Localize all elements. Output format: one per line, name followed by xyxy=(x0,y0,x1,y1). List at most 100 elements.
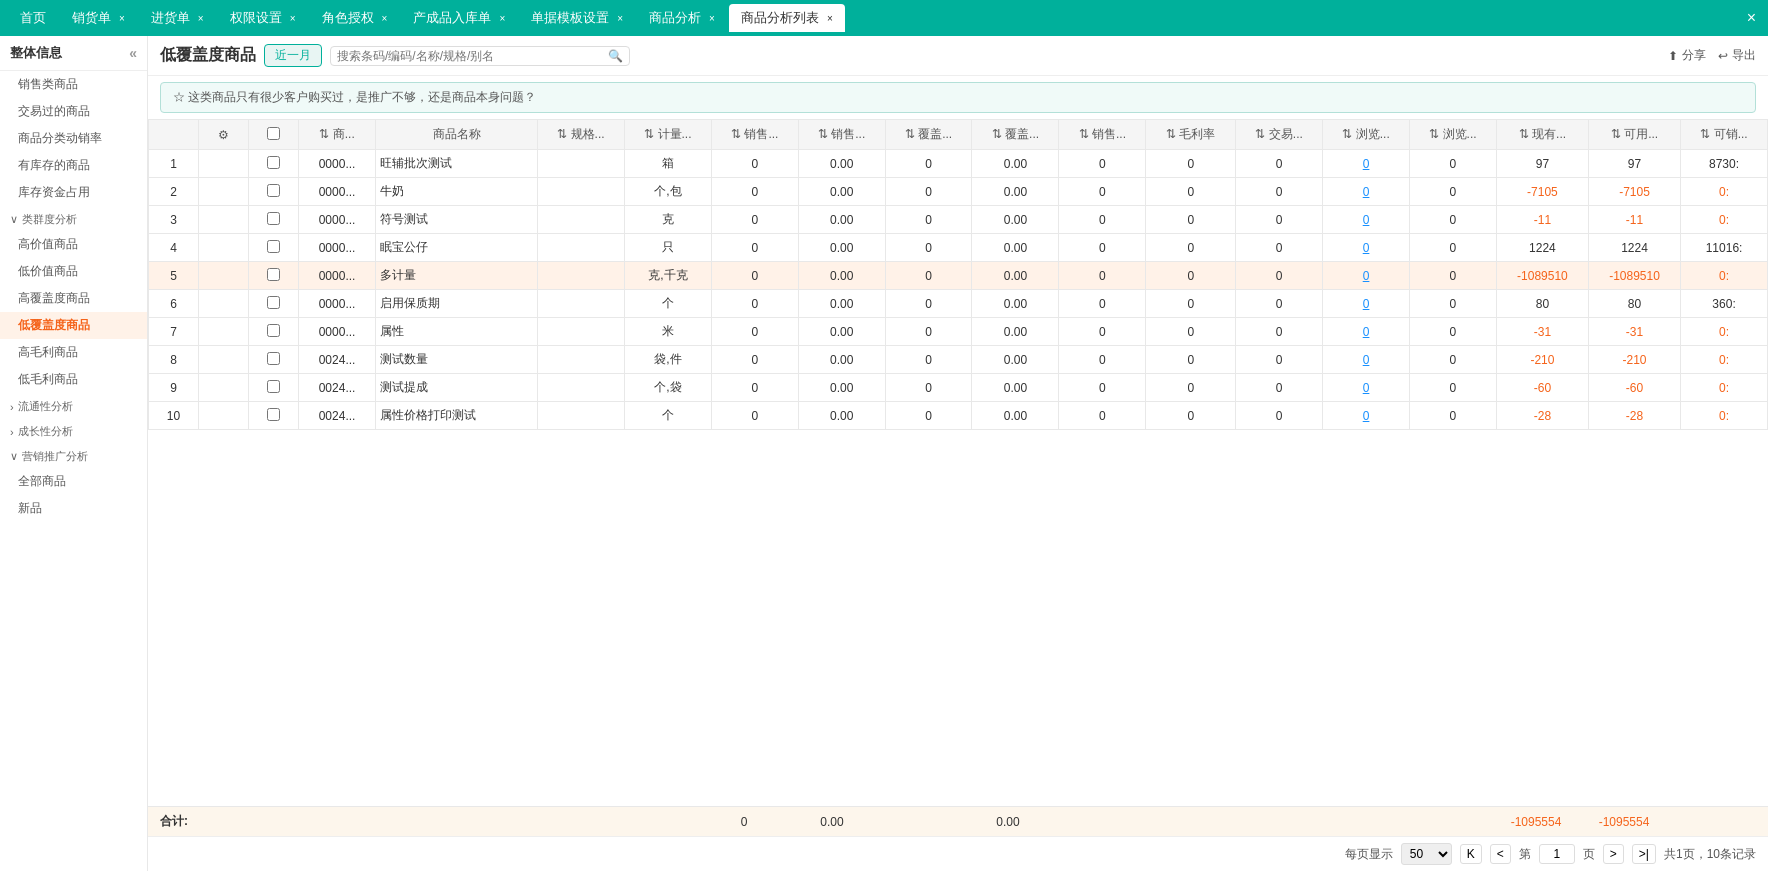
next-page-button[interactable]: > xyxy=(1603,844,1624,864)
close-icon[interactable]: × xyxy=(709,13,715,24)
export-button[interactable]: ↩ 导出 xyxy=(1718,47,1756,64)
sidebar-section-growth[interactable]: › 成长性分析 xyxy=(0,418,147,443)
search-icon[interactable]: 🔍 xyxy=(608,49,623,63)
nav-tab-role[interactable]: 角色授权 × xyxy=(310,4,400,32)
sidebar-section-marketing[interactable]: ∨ 营销推广分析 xyxy=(0,443,147,468)
table-header-trade[interactable]: ⇅ 交易... xyxy=(1236,120,1323,150)
sidebar-item-sales-goods[interactable]: 销售类商品 xyxy=(0,71,147,98)
close-icon[interactable]: × xyxy=(617,13,623,24)
table-header-cover1[interactable]: ⇅ 覆盖... xyxy=(885,120,972,150)
sidebar-item-high-value[interactable]: 高价值商品 xyxy=(0,231,147,258)
row-name: 旺辅批次测试 xyxy=(376,150,538,178)
search-input[interactable] xyxy=(337,49,604,63)
table-header-cover2[interactable]: ⇅ 覆盖... xyxy=(972,120,1059,150)
close-icon[interactable]: × xyxy=(290,13,296,24)
nav-tab-warehouse[interactable]: 产成品入库单 × xyxy=(401,4,517,32)
sidebar-item-traded-goods[interactable]: 交易过的商品 xyxy=(0,98,147,125)
row-checkbox[interactable] xyxy=(249,374,299,402)
row-checkbox[interactable] xyxy=(249,290,299,318)
row-unit: 箱 xyxy=(624,150,711,178)
row-view1[interactable]: 0 xyxy=(1323,178,1410,206)
sidebar-item-low-value[interactable]: 低价值商品 xyxy=(0,258,147,285)
sidebar-item-high-margin[interactable]: 高毛利商品 xyxy=(0,339,147,366)
row-view1[interactable]: 0 xyxy=(1323,402,1410,430)
table-header-unit[interactable]: ⇅ 计量... xyxy=(624,120,711,150)
sidebar-item-low-margin[interactable]: 低毛利商品 xyxy=(0,366,147,393)
row-checkbox[interactable] xyxy=(249,234,299,262)
share-button[interactable]: ⬆ 分享 xyxy=(1668,47,1706,64)
last-page-button[interactable]: >| xyxy=(1632,844,1656,864)
row-c1: 0 xyxy=(885,346,972,374)
sidebar-section-cluster[interactable]: ∨ 类群度分析 xyxy=(0,206,147,231)
table-header-saleable[interactable]: ⇅ 可销... xyxy=(1681,120,1768,150)
row-checkbox[interactable] xyxy=(249,262,299,290)
row-view1[interactable]: 0 xyxy=(1323,290,1410,318)
page-size-select[interactable]: 50 100 200 xyxy=(1401,843,1452,865)
nav-tab-analysis[interactable]: 商品分析 × xyxy=(637,4,727,32)
row-view1[interactable]: 0 xyxy=(1323,234,1410,262)
row-code: 0024... xyxy=(299,346,376,374)
table-header-name[interactable]: 商品名称 xyxy=(376,120,538,150)
row-view1[interactable]: 0 xyxy=(1323,262,1410,290)
table-header-stock[interactable]: ⇅ 现有... xyxy=(1496,120,1588,150)
table-header-code[interactable]: ⇅ 商... xyxy=(299,120,376,150)
select-all-checkbox[interactable] xyxy=(267,127,280,140)
row-c2: 0.00 xyxy=(972,262,1059,290)
nav-tab-purchase[interactable]: 进货单 × xyxy=(139,4,216,32)
row-view1[interactable]: 0 xyxy=(1323,374,1410,402)
sidebar-item-in-stock-goods[interactable]: 有库存的商品 xyxy=(0,152,147,179)
row-checkbox[interactable] xyxy=(249,402,299,430)
row-s3: 0 xyxy=(1059,402,1146,430)
sidebar-collapse-button[interactable]: « xyxy=(129,45,137,61)
filter-button[interactable]: 近一月 xyxy=(264,44,322,67)
table-header-sales1[interactable]: ⇅ 销售... xyxy=(711,120,798,150)
row-checkbox[interactable] xyxy=(249,178,299,206)
nav-tab-analysis-list[interactable]: 商品分析列表 × xyxy=(729,4,845,32)
row-view1[interactable]: 0 xyxy=(1323,346,1410,374)
sidebar-item-new-goods[interactable]: 新品 xyxy=(0,495,147,522)
table-header-view2[interactable]: ⇅ 浏览... xyxy=(1410,120,1497,150)
row-c2: 0.00 xyxy=(972,178,1059,206)
table-header-sales2[interactable]: ⇅ 销售... xyxy=(798,120,885,150)
sidebar-item-all-goods[interactable]: 全部商品 xyxy=(0,468,147,495)
row-checkbox[interactable] xyxy=(249,346,299,374)
prev-page-button[interactable]: < xyxy=(1490,844,1511,864)
close-icon[interactable]: × xyxy=(827,13,833,24)
row-view1[interactable]: 0 xyxy=(1323,318,1410,346)
table-header-margin[interactable]: ⇅ 毛利率 xyxy=(1146,120,1236,150)
close-all-button[interactable]: × xyxy=(1747,9,1756,27)
close-icon[interactable]: × xyxy=(119,13,125,24)
footer-s1: 0 xyxy=(700,815,788,829)
table-header-settings[interactable]: ⚙ xyxy=(199,120,249,150)
row-checkbox[interactable] xyxy=(249,318,299,346)
sidebar-item-stock-capital[interactable]: 库存资金占用 xyxy=(0,179,147,206)
sidebar-item-category-rate[interactable]: 商品分类动销率 xyxy=(0,125,147,152)
footer-v2 xyxy=(1404,815,1492,829)
table-header-avail[interactable]: ⇅ 可用... xyxy=(1588,120,1680,150)
row-checkbox[interactable] xyxy=(249,150,299,178)
table-row: 4 0000... 眠宝公仔 只 0 0.00 0 0.00 0 0 0 0 0… xyxy=(149,234,1768,262)
close-icon[interactable]: × xyxy=(198,13,204,24)
first-page-button[interactable]: K xyxy=(1460,844,1482,864)
sidebar-item-high-coverage[interactable]: 高覆盖度商品 xyxy=(0,285,147,312)
table-header-view1[interactable]: ⇅ 浏览... xyxy=(1323,120,1410,150)
row-view1[interactable]: 0 xyxy=(1323,206,1410,234)
table-header-checkbox[interactable] xyxy=(249,120,299,150)
row-saleable: 0: xyxy=(1681,206,1768,234)
row-view1[interactable]: 0 xyxy=(1323,150,1410,178)
close-icon[interactable]: × xyxy=(499,13,505,24)
row-margin: 0 xyxy=(1146,178,1236,206)
row-settings xyxy=(199,346,249,374)
nav-tab-template[interactable]: 单据模板设置 × xyxy=(519,4,635,32)
nav-tab-permission[interactable]: 权限设置 × xyxy=(218,4,308,32)
row-checkbox[interactable] xyxy=(249,206,299,234)
sidebar-item-low-coverage[interactable]: 低覆盖度商品 xyxy=(0,312,147,339)
row-name: 属性价格打印测试 xyxy=(376,402,538,430)
page-number-input[interactable] xyxy=(1539,844,1575,864)
sidebar-section-flow[interactable]: › 流通性分析 xyxy=(0,393,147,418)
table-header-sales3[interactable]: ⇅ 销售... xyxy=(1059,120,1146,150)
nav-tab-home[interactable]: 首页 xyxy=(8,4,58,32)
close-icon[interactable]: × xyxy=(382,13,388,24)
table-header-spec[interactable]: ⇅ 规格... xyxy=(538,120,625,150)
nav-tab-sales[interactable]: 销货单 × xyxy=(60,4,137,32)
